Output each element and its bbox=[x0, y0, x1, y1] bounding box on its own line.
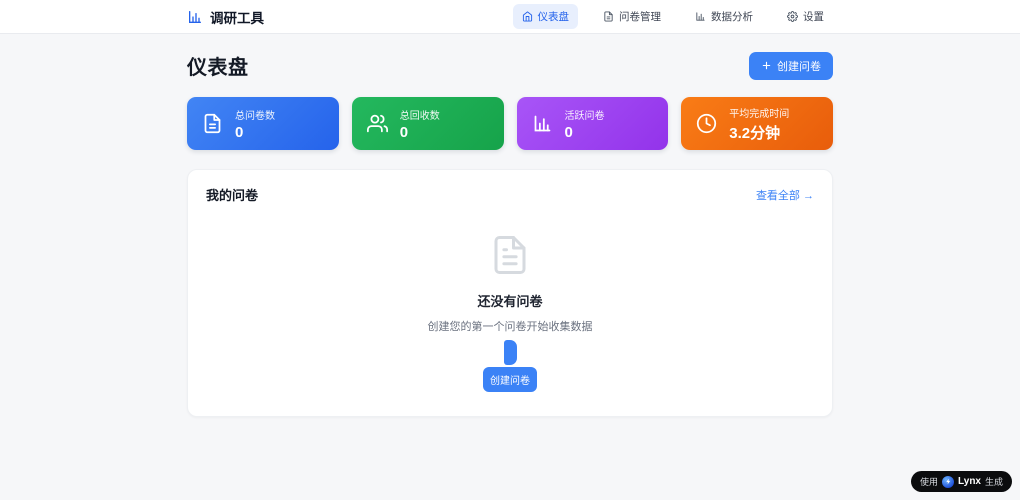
my-surveys-panel: 我的问卷 查看全部 → 还没有问卷 创建您的第一个问卷开始收集数据 创建问卷 bbox=[187, 169, 833, 417]
empty-state-accent-shape bbox=[503, 340, 517, 365]
panel-title: 我的问卷 bbox=[206, 188, 259, 203]
stat-label: 活跃问卷 bbox=[564, 110, 605, 122]
nav-item-data-analysis[interactable]: 数据分析 bbox=[686, 4, 762, 29]
empty-state-title: 还没有问卷 bbox=[477, 294, 543, 309]
lynx-logo-icon bbox=[942, 475, 955, 488]
nav-item-label: 数据分析 bbox=[711, 11, 753, 23]
stat-label: 平均完成时间 bbox=[729, 108, 790, 120]
users-icon bbox=[366, 113, 388, 134]
page-title: 仪表盘 bbox=[187, 57, 249, 79]
create-survey-button-label: 创建问卷 bbox=[777, 60, 821, 73]
stat-label: 总回收数 bbox=[399, 110, 440, 122]
stat-card-avg-completion-time: 平均完成时间 3.2分钟 bbox=[681, 97, 833, 150]
stat-value: 0 bbox=[399, 123, 409, 141]
app-title: 调研工具 bbox=[210, 10, 264, 26]
empty-state-subtitle: 创建您的第一个问卷开始收集数据 bbox=[427, 321, 593, 333]
stat-card-total-responses: 总回收数 0 bbox=[351, 97, 504, 150]
nav-item-label: 设置 bbox=[803, 11, 824, 23]
clock-icon bbox=[696, 113, 717, 134]
badge-suffix: 生成 bbox=[984, 477, 1003, 487]
badge-prefix: 使用 bbox=[920, 477, 939, 487]
document-placeholder-icon bbox=[206, 234, 814, 281]
stat-label: 总问卷数 bbox=[235, 110, 275, 122]
gear-icon bbox=[787, 11, 798, 22]
stat-card-total-surveys: 总问卷数 0 bbox=[187, 97, 339, 150]
stat-value: 0 bbox=[564, 123, 573, 141]
app-logo[interactable]: 调研工具 bbox=[187, 7, 264, 27]
stat-card-active-surveys: 活跃问卷 0 bbox=[516, 97, 669, 150]
document-icon bbox=[202, 113, 223, 134]
nav-item-label: 问卷管理 bbox=[619, 11, 661, 23]
bar-chart-logo-icon bbox=[187, 9, 203, 25]
lynx-attribution-badge[interactable]: 使用 Lynx 生成 bbox=[911, 471, 1012, 492]
badge-brand: Lynx bbox=[958, 476, 981, 487]
nav-item-label: 仪表盘 bbox=[537, 11, 570, 23]
empty-state-create-button[interactable]: 创建问卷 bbox=[483, 367, 537, 392]
document-icon bbox=[603, 11, 614, 22]
nav-item-dashboard[interactable]: 仪表盘 bbox=[512, 4, 578, 29]
stats-row: 总问卷数 0 总回收数 0 活跃问卷 0 平均完成时间 3.2分钟 bbox=[187, 97, 833, 150]
bar-chart-icon bbox=[532, 113, 553, 134]
nav-item-survey-management[interactable]: 问卷管理 bbox=[594, 4, 670, 29]
home-icon bbox=[522, 11, 533, 22]
create-survey-button[interactable]: 创建问卷 bbox=[749, 51, 833, 80]
stat-value: 0 bbox=[235, 123, 244, 141]
main-content: 仪表盘 创建问卷 总问卷数 0 总回收数 0 活跃问卷 0 平均完成时间 3.2… bbox=[187, 51, 833, 417]
view-all-link[interactable]: 查看全部 → bbox=[756, 187, 814, 203]
nav-item-settings[interactable]: 设置 bbox=[778, 4, 833, 29]
stat-value: 3.2分钟 bbox=[729, 124, 781, 142]
top-navbar: 调研工具 仪表盘 问卷管理 数据分析 设置 bbox=[0, 0, 1020, 34]
empty-state: 还没有问卷 创建您的第一个问卷开始收集数据 创建问卷 bbox=[206, 234, 814, 392]
main-nav: 仪表盘 问卷管理 数据分析 设置 bbox=[512, 4, 834, 29]
bar-chart-icon bbox=[695, 11, 706, 22]
plus-icon bbox=[761, 60, 772, 71]
